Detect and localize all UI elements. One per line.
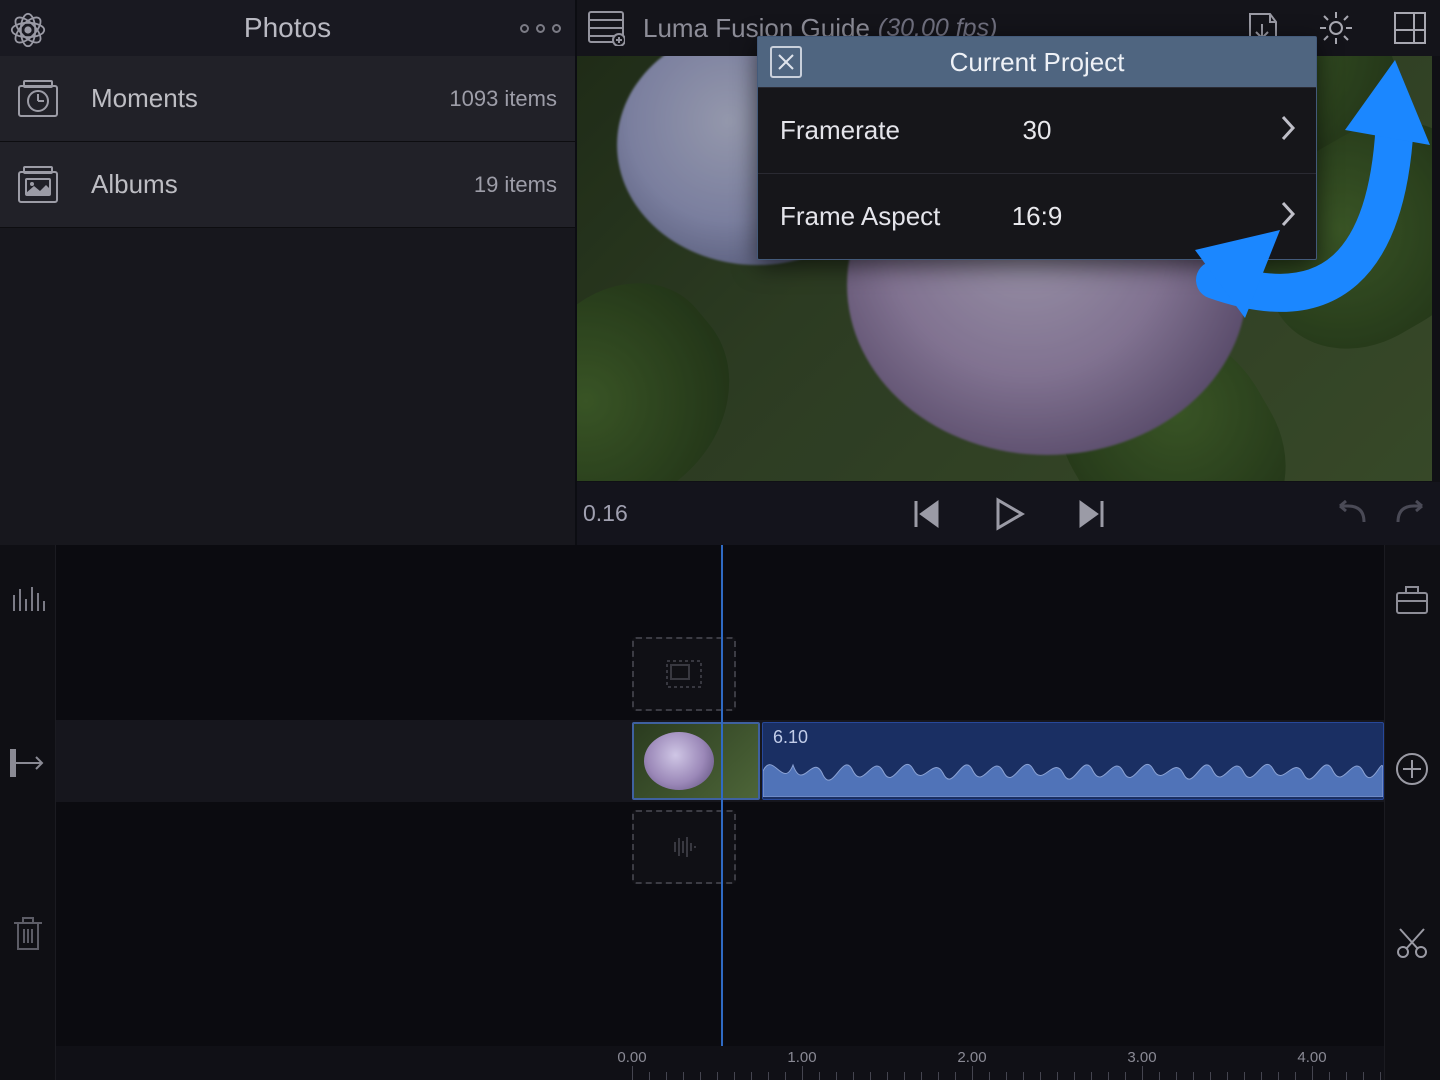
undo-icon[interactable] [1334,500,1370,528]
add-track-icon[interactable] [1394,751,1430,787]
timeline-left-toolbar [0,545,56,1080]
more-options-icon[interactable] [520,24,561,33]
audio-mixer-icon[interactable] [10,581,46,617]
transport-bar: 0.16 [577,482,1440,545]
add-media-icon[interactable] [587,10,625,46]
chevron-right-icon [1280,200,1296,233]
modal-header: Current Project [758,37,1316,87]
sidebar-item-albums[interactable]: Albums 19 items [0,142,575,228]
modal-close-button[interactable] [770,46,802,78]
skip-back-icon[interactable] [908,497,942,531]
chevron-right-icon [1280,114,1296,147]
play-icon[interactable] [992,497,1026,531]
ruler-label: 4.00 [1297,1049,1326,1066]
timeline-right-toolbar [1384,545,1440,1080]
layout-icon[interactable] [1392,10,1428,46]
sidebar-item-label: Albums [91,169,178,200]
modal-row-value: 16:9 [1012,201,1063,232]
photos-app-icon [10,12,46,48]
sidebar-title: Photos [0,12,575,44]
modal-row-value: 30 [1023,115,1052,146]
modal-row-framerate[interactable]: Framerate 30 [758,87,1316,173]
photos-sidebar: Photos Moments 1093 items Albums 19 item… [0,0,575,545]
timeline-panel: 6.10 0.00 1.00 2.00 3.00 4.00 [0,545,1440,1080]
current-project-modal: Current Project Framerate 30 Frame Aspec… [757,36,1317,260]
moments-icon [18,80,58,118]
modal-row-frame-aspect[interactable]: Frame Aspect 16:9 [758,173,1316,259]
sidebar-header: Photos [0,0,575,56]
modal-row-label: Framerate [780,115,900,146]
ruler-label: 0.00 [617,1049,646,1066]
sidebar-item-label: Moments [91,83,198,114]
ruler-label: 2.00 [957,1049,986,1066]
redo-icon[interactable] [1392,500,1428,528]
audio-clip[interactable]: 6.10 [762,722,1384,800]
modal-title: Current Project [758,47,1316,78]
insert-clip-icon[interactable] [10,745,46,781]
settings-gear-icon[interactable] [1318,10,1354,46]
sidebar-item-count: 19 items [474,172,557,198]
albums-icon [18,166,58,204]
trash-icon[interactable] [10,915,46,951]
modal-row-label: Frame Aspect [780,201,940,232]
sidebar-item-moments[interactable]: Moments 1093 items [0,56,575,142]
timeline-tracks[interactable]: 6.10 0.00 1.00 2.00 3.00 4.00 [56,545,1384,1080]
toolbox-icon[interactable] [1394,581,1430,617]
skip-forward-icon[interactable] [1076,497,1110,531]
scissors-icon[interactable] [1394,925,1430,961]
video-clip[interactable] [632,722,760,800]
preview-timecode: 0.16 [583,500,628,527]
ruler-label: 3.00 [1127,1049,1156,1066]
sidebar-item-count: 1093 items [449,86,557,112]
timeline-playhead[interactable] [721,545,723,1080]
timeline-ruler[interactable]: 0.00 1.00 2.00 3.00 4.00 [56,1046,1384,1080]
ruler-label: 1.00 [787,1049,816,1066]
